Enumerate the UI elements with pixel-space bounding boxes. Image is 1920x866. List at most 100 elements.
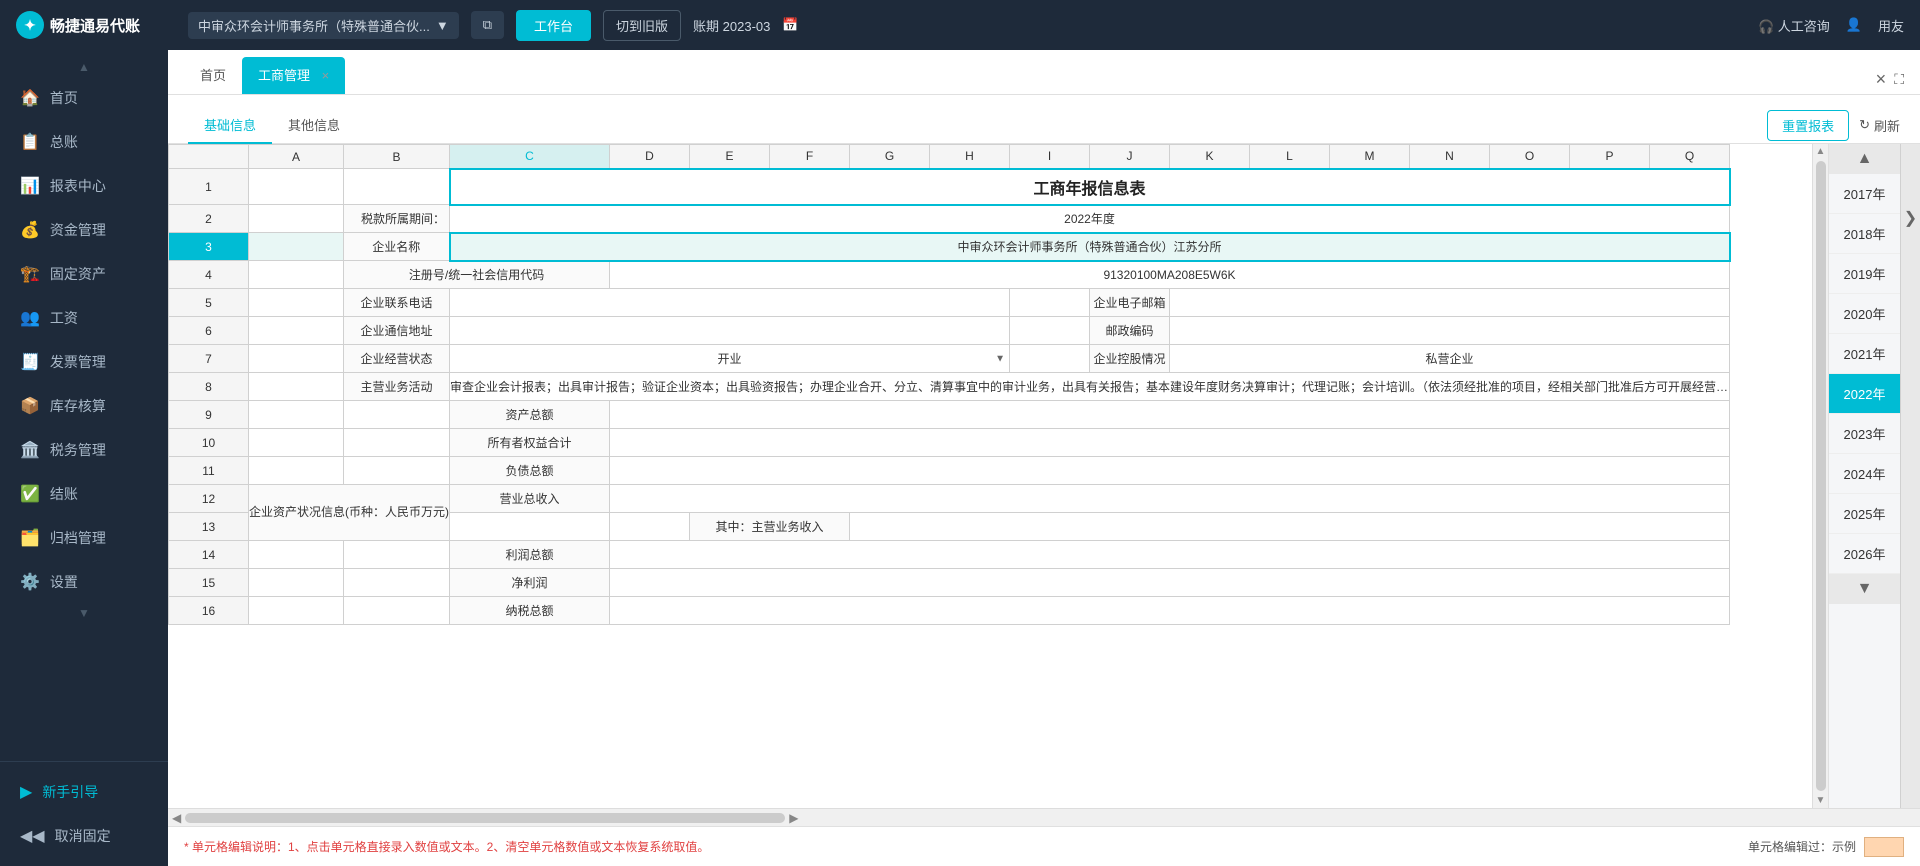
- year-2017[interactable]: 2017年: [1829, 174, 1900, 214]
- tab-commerce[interactable]: 工商管理 ×: [242, 57, 345, 94]
- window-expand-btn[interactable]: ⛶: [1894, 71, 1904, 88]
- refresh-button[interactable]: ↻ 刷新: [1859, 116, 1900, 135]
- vscroll-down[interactable]: ▼: [1816, 793, 1826, 808]
- vscroll-thumb[interactable]: [1816, 161, 1826, 791]
- col-header-H[interactable]: H: [930, 145, 1010, 169]
- copy-button[interactable]: ⧉: [471, 11, 504, 39]
- cell-title[interactable]: 工商年报信息表: [450, 169, 1730, 205]
- year-2019[interactable]: 2019年: [1829, 254, 1900, 294]
- cell-3a[interactable]: [249, 233, 344, 261]
- sidebar-scroll-up[interactable]: ▲: [0, 58, 168, 76]
- year-2022[interactable]: 2022年: [1829, 374, 1900, 414]
- cell-6c[interactable]: [450, 317, 1010, 345]
- cell-1a[interactable]: [249, 169, 344, 205]
- cell-16d[interactable]: [610, 597, 1730, 625]
- cell-10a[interactable]: [249, 429, 344, 457]
- cell-3c[interactable]: 中审众环会计师事务所（特殊普通合伙）江苏分所: [450, 233, 1730, 261]
- col-header-G[interactable]: G: [850, 145, 930, 169]
- cell-6a[interactable]: [249, 317, 344, 345]
- vscroll-up[interactable]: ▲: [1816, 144, 1826, 159]
- cell-11a[interactable]: [249, 457, 344, 485]
- sidebar-item-inventory[interactable]: 📦 库存核算: [0, 384, 168, 428]
- cell-15b[interactable]: [344, 569, 450, 597]
- sidebar-item-archive[interactable]: 🗂️ 归档管理: [0, 516, 168, 560]
- sidebar-item-unpin[interactable]: ◀◀ 取消固定: [0, 814, 168, 858]
- cell-10b[interactable]: [344, 429, 450, 457]
- cell-5c[interactable]: [450, 289, 1010, 317]
- cell-6i[interactable]: [1010, 317, 1090, 345]
- sidebar-item-hr[interactable]: 👥 工资: [0, 296, 168, 340]
- cell-7k[interactable]: 私营企业: [1170, 345, 1730, 373]
- sidebar-item-fund[interactable]: 💰 资金管理: [0, 208, 168, 252]
- col-header-Q[interactable]: Q: [1650, 145, 1730, 169]
- sidebar-item-tax[interactable]: 🏛️ 税务管理: [0, 428, 168, 472]
- company-selector[interactable]: 中审众环会计师事务所（特殊普通合伙... ▼: [188, 12, 459, 39]
- col-header-E[interactable]: E: [690, 145, 770, 169]
- tab-home[interactable]: 首页: [184, 57, 242, 94]
- collapse-right-btn[interactable]: ❯: [1900, 204, 1920, 232]
- cell-9d[interactable]: [610, 401, 1730, 429]
- sidebar-item-settings[interactable]: ⚙️ 设置: [0, 560, 168, 604]
- cell-5a[interactable]: [249, 289, 344, 317]
- col-header-J[interactable]: J: [1090, 145, 1170, 169]
- spreadsheet-container[interactable]: A B C D E F G H I J K L: [168, 144, 1812, 808]
- sidebar-scroll-down[interactable]: ▼: [0, 604, 168, 622]
- year-2021[interactable]: 2021年: [1829, 334, 1900, 374]
- cell-2c[interactable]: 2022年度: [450, 205, 1730, 233]
- cell-4a[interactable]: [249, 261, 344, 289]
- cell-9a[interactable]: [249, 401, 344, 429]
- year-2023[interactable]: 2023年: [1829, 414, 1900, 454]
- cell-13g[interactable]: [850, 513, 1730, 541]
- sidebar-item-asset[interactable]: 🏗️ 固定资产: [0, 252, 168, 296]
- vscrollbar[interactable]: ▲ ▼: [1812, 144, 1828, 808]
- workbench-button[interactable]: 工作台: [516, 10, 591, 41]
- year-2024[interactable]: 2024年: [1829, 454, 1900, 494]
- cell-14d[interactable]: [610, 541, 1730, 569]
- col-header-F[interactable]: F: [770, 145, 850, 169]
- cell-1b[interactable]: [344, 169, 450, 205]
- sidebar-item-home[interactable]: 🏠 首页: [0, 76, 168, 120]
- ai-consult[interactable]: 🎧 人工咨询: [1758, 16, 1830, 35]
- cell-14a[interactable]: [249, 541, 344, 569]
- col-header-L[interactable]: L: [1250, 145, 1330, 169]
- cell-13d[interactable]: [610, 513, 690, 541]
- cell-4d[interactable]: 91320100MA208E5W6K: [610, 261, 1730, 289]
- cell-12d[interactable]: [610, 485, 1730, 513]
- sidebar-item-newuser[interactable]: ▶ 新手引导: [0, 770, 168, 814]
- cell-16b[interactable]: [344, 597, 450, 625]
- year-2026[interactable]: 2026年: [1829, 534, 1900, 574]
- cell-6k[interactable]: [1170, 317, 1730, 345]
- sub-tab-basic[interactable]: 基础信息: [188, 107, 272, 144]
- col-header-I[interactable]: I: [1010, 145, 1090, 169]
- tab-close-icon[interactable]: ×: [322, 68, 330, 83]
- cell-8a[interactable]: [249, 373, 344, 401]
- year-2018[interactable]: 2018年: [1829, 214, 1900, 254]
- calendar-icon[interactable]: 📅: [782, 17, 798, 33]
- cell-5k[interactable]: [1170, 289, 1730, 317]
- col-header-K[interactable]: K: [1170, 145, 1250, 169]
- hscroll-left-btn[interactable]: ◀: [172, 811, 181, 825]
- cell-15a[interactable]: [249, 569, 344, 597]
- old-version-button[interactable]: 切到旧版: [603, 10, 681, 41]
- cell-2a[interactable]: [249, 205, 344, 233]
- cell-9b[interactable]: [344, 401, 450, 429]
- col-header-B[interactable]: B: [344, 145, 450, 169]
- cell-10d[interactable]: [610, 429, 1730, 457]
- year-nav-up[interactable]: ▲: [1829, 144, 1900, 174]
- cell-7c[interactable]: 开业 ▼: [450, 345, 1010, 373]
- col-header-D[interactable]: D: [610, 145, 690, 169]
- col-header-P[interactable]: P: [1570, 145, 1650, 169]
- sidebar-item-ledger[interactable]: 📋 总账: [0, 120, 168, 164]
- cell-11b[interactable]: [344, 457, 450, 485]
- hscroll-bar[interactable]: [185, 813, 785, 823]
- cell-16a[interactable]: [249, 597, 344, 625]
- cell-11d[interactable]: [610, 457, 1730, 485]
- year-2025[interactable]: 2025年: [1829, 494, 1900, 534]
- cell-8c[interactable]: 审查企业会计报表；出具审计报告；验证企业资本；出具验资报告；办理企业合开、分立、…: [450, 373, 1730, 401]
- cell-7a[interactable]: [249, 345, 344, 373]
- sidebar-item-report[interactable]: 📊 报表中心: [0, 164, 168, 208]
- cell-14b[interactable]: [344, 541, 450, 569]
- col-header-O[interactable]: O: [1490, 145, 1570, 169]
- sidebar-item-invoice[interactable]: 🧾 发票管理: [0, 340, 168, 384]
- window-close-btn[interactable]: ×: [1876, 69, 1887, 90]
